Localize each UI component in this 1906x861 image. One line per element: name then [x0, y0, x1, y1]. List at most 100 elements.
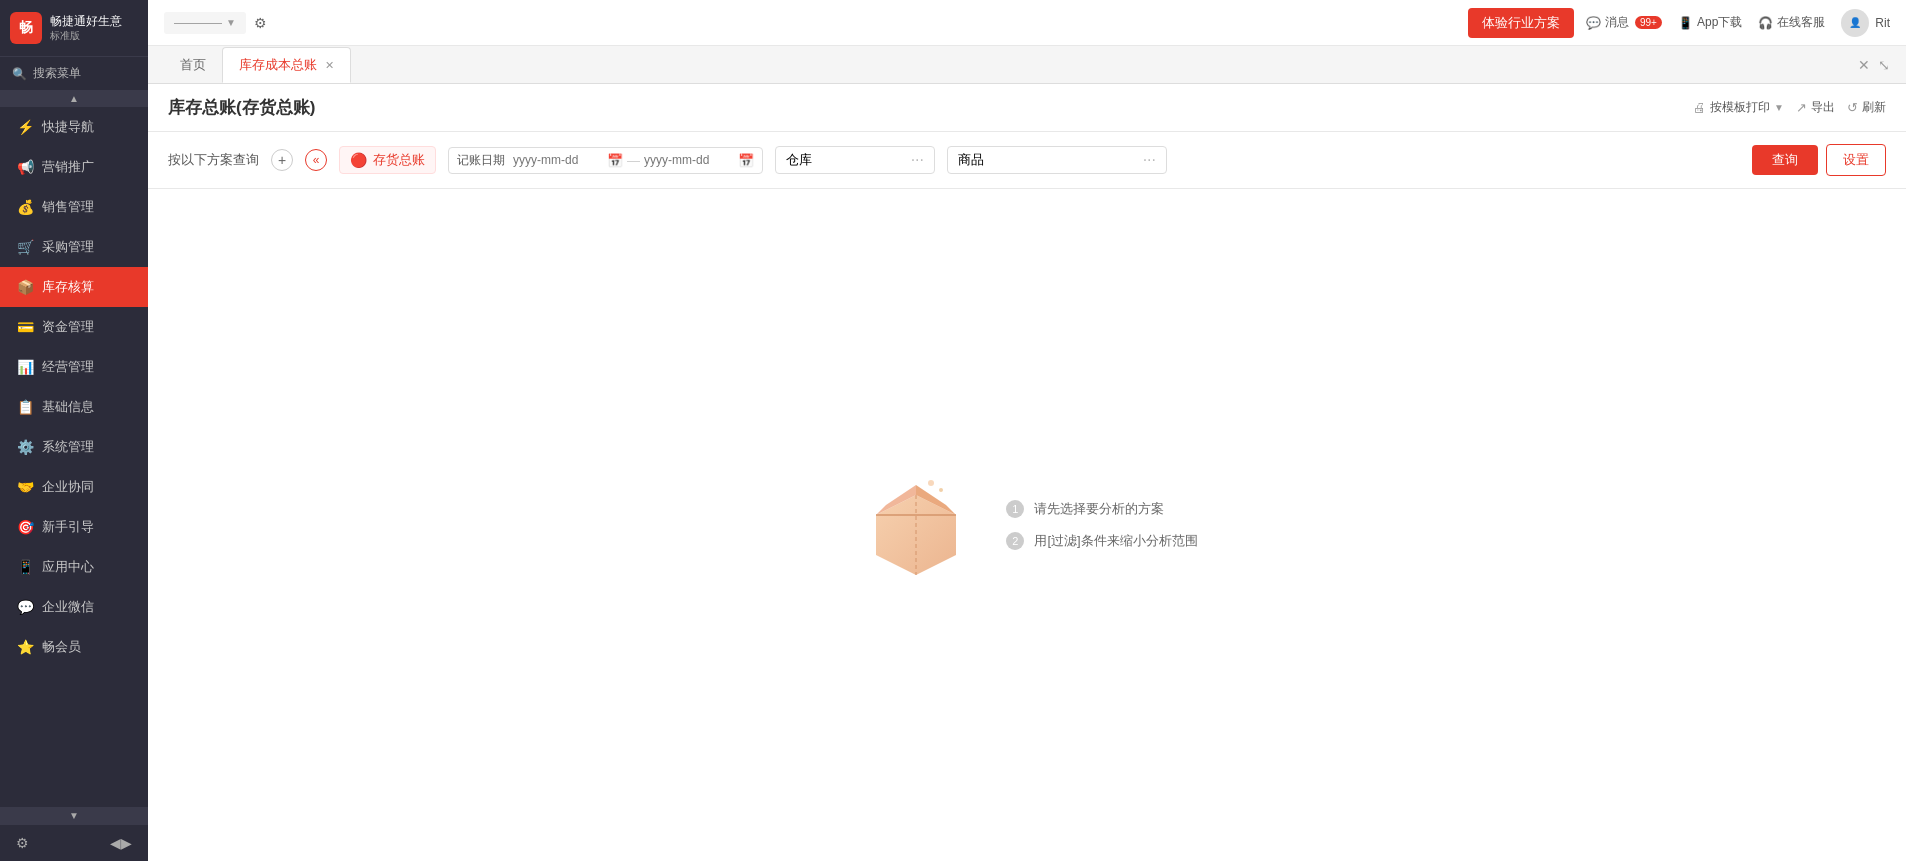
content-area: 库存总账(存货总账) 🖨 按模板打印 ▼ ↗ 导出 ↺ 刷新 按以下方案查询: [148, 84, 1906, 861]
print-icon: 🖨: [1693, 100, 1706, 115]
warehouse-more-icon[interactable]: ···: [911, 151, 924, 169]
sidebar-item-operation[interactable]: 📊 经营管理: [0, 347, 148, 387]
warehouse-filter[interactable]: 仓库 ···: [775, 146, 935, 174]
main-panel: ———— ▼ ⚙ 体验行业方案 💬 消息 99+ 📱 App下载 🎧 在线客服 …: [148, 0, 1906, 861]
empty-tip-2-text: 用[过滤]条件来缩小分析范围: [1034, 532, 1197, 550]
sidebar-item-system[interactable]: ⚙️ 系统管理: [0, 427, 148, 467]
export-icon: ↗: [1796, 100, 1807, 115]
empty-tip-2: 2 用[过滤]条件来缩小分析范围: [1006, 532, 1197, 550]
print-template-button[interactable]: 🖨 按模板打印 ▼: [1693, 99, 1784, 116]
guide-icon: 🎯: [16, 519, 34, 535]
app-download-action[interactable]: 📱 App下载: [1678, 14, 1742, 31]
app-logo: 畅 畅捷通好生意 标准版: [0, 0, 148, 57]
user-profile[interactable]: 👤 Rit: [1841, 9, 1890, 37]
sidebar-item-label: 资金管理: [42, 318, 94, 336]
panel-close-area: ✕ ⤡: [1858, 57, 1906, 73]
warehouse-label: 仓库: [786, 151, 812, 169]
online-service-action[interactable]: 🎧 在线客服: [1758, 14, 1825, 31]
sales-icon: 💰: [16, 199, 34, 215]
tab-inventory-cost-label: 库存成本总账: [239, 56, 317, 74]
print-dropdown-icon[interactable]: ▼: [1774, 102, 1784, 113]
calendar-start-icon[interactable]: 📅: [607, 153, 623, 168]
sidebar-search[interactable]: 🔍 搜索菜单: [0, 57, 148, 90]
wechat-icon: 💬: [16, 599, 34, 615]
scheme-icon: 🔴: [350, 152, 367, 168]
query-button[interactable]: 查询: [1752, 145, 1818, 175]
scroll-up-btn[interactable]: ▲: [0, 90, 148, 107]
date-label: 记账日期: [457, 152, 505, 169]
audio-icon[interactable]: ◀▶: [110, 835, 132, 851]
empty-tip-1-text: 请先选择要分析的方案: [1034, 500, 1164, 518]
page-actions: 🖨 按模板打印 ▼ ↗ 导出 ↺ 刷新: [1693, 99, 1886, 116]
username: Rit: [1875, 16, 1890, 30]
online-service-label: 在线客服: [1777, 14, 1825, 31]
avatar: 👤: [1841, 9, 1869, 37]
sidebar-nav: ⚡ 快捷导航 📢 营销推广 💰 销售管理 🛒 采购管理 📦 库存核算 💳 资金管…: [0, 107, 148, 807]
sidebar-item-sales[interactable]: 💰 销售管理: [0, 187, 148, 227]
sidebar-item-label: 快捷导航: [42, 118, 94, 136]
page-header: 库存总账(存货总账) 🖨 按模板打印 ▼ ↗ 导出 ↺ 刷新: [148, 84, 1906, 132]
sidebar-item-app-center[interactable]: 📱 应用中心: [0, 547, 148, 587]
svg-point-6: [939, 488, 943, 492]
sidebar-item-marketing[interactable]: 📢 营销推广: [0, 147, 148, 187]
filter-scheme[interactable]: 🔴 存货总账: [339, 146, 436, 174]
sidebar-item-member[interactable]: ⭐ 畅会员: [0, 627, 148, 667]
user-selector[interactable]: ———— ▼: [164, 12, 246, 34]
app-name: 畅捷通好生意: [50, 13, 122, 30]
inventory-icon: 📦: [16, 279, 34, 295]
scheme-label: 存货总账: [373, 151, 425, 169]
date-end-input[interactable]: [644, 153, 734, 167]
sidebar-item-label: 系统管理: [42, 438, 94, 456]
empty-box-svg: [856, 465, 976, 585]
product-more-icon[interactable]: ···: [1143, 151, 1156, 169]
message-label: 消息: [1605, 14, 1629, 31]
empty-illustration: [856, 465, 976, 585]
calendar-end-icon[interactable]: 📅: [738, 153, 754, 168]
product-filter[interactable]: 商品 ···: [947, 146, 1167, 174]
marketing-icon: 📢: [16, 159, 34, 175]
search-icon: 🔍: [12, 67, 27, 81]
sidebar-item-finance[interactable]: 💳 资金管理: [0, 307, 148, 347]
cooperation-icon: 🤝: [16, 479, 34, 495]
scroll-down-btn[interactable]: ▼: [0, 807, 148, 824]
logo-icon: 畅: [10, 12, 42, 44]
service-icon: 🎧: [1758, 16, 1773, 30]
member-icon: ⭐: [16, 639, 34, 655]
tab-close-icon[interactable]: ✕: [325, 59, 334, 72]
message-action[interactable]: 💬 消息 99+: [1586, 14, 1662, 31]
sidebar-item-guide[interactable]: 🎯 新手引导: [0, 507, 148, 547]
settings-button[interactable]: 设置: [1826, 144, 1886, 176]
panel-close-icon[interactable]: ✕: [1858, 57, 1870, 73]
message-icon: 💬: [1586, 16, 1601, 30]
sidebar-item-quick-nav[interactable]: ⚡ 快捷导航: [0, 107, 148, 147]
refresh-icon: ↺: [1847, 100, 1858, 115]
filter-add-button[interactable]: +: [271, 149, 293, 171]
tab-home[interactable]: 首页: [164, 48, 222, 82]
basic-icon: 📋: [16, 399, 34, 415]
panel-expand-icon[interactable]: ⤡: [1878, 57, 1890, 73]
trial-button[interactable]: 体验行业方案: [1468, 8, 1574, 38]
export-button[interactable]: ↗ 导出: [1796, 99, 1835, 116]
app-download-label: App下载: [1697, 14, 1742, 31]
page-title: 库存总账(存货总账): [168, 96, 315, 119]
sidebar-item-inventory[interactable]: 📦 库存核算: [0, 267, 148, 307]
tab-home-label: 首页: [180, 56, 206, 74]
date-range-input: 记账日期 📅 — 📅: [448, 147, 763, 174]
topbar-settings-icon[interactable]: ⚙: [254, 15, 267, 31]
sidebar-item-basic[interactable]: 📋 基础信息: [0, 387, 148, 427]
tab-inventory-cost[interactable]: 库存成本总账 ✕: [222, 47, 351, 83]
app-version: 标准版: [50, 29, 122, 43]
tabbar: 首页 库存成本总账 ✕ ✕ ⤡: [148, 46, 1906, 84]
sidebar-item-label: 经营管理: [42, 358, 94, 376]
sidebar-item-wechat[interactable]: 💬 企业微信: [0, 587, 148, 627]
topbar: ———— ▼ ⚙ 体验行业方案 💬 消息 99+ 📱 App下载 🎧 在线客服 …: [148, 0, 1906, 46]
sidebar-bottom: ⚙ ◀▶: [0, 824, 148, 861]
filter-collapse-button[interactable]: «: [305, 149, 327, 171]
filter-area: 按以下方案查询 + « 🔴 存货总账 记账日期 📅 — 📅 仓库 ··· 商品: [148, 132, 1906, 189]
sidebar-item-label: 采购管理: [42, 238, 94, 256]
date-start-input[interactable]: [513, 153, 603, 167]
sidebar-item-cooperation[interactable]: 🤝 企业协同: [0, 467, 148, 507]
refresh-button[interactable]: ↺ 刷新: [1847, 99, 1886, 116]
sidebar-item-purchase[interactable]: 🛒 采购管理: [0, 227, 148, 267]
settings-icon[interactable]: ⚙: [16, 835, 29, 851]
